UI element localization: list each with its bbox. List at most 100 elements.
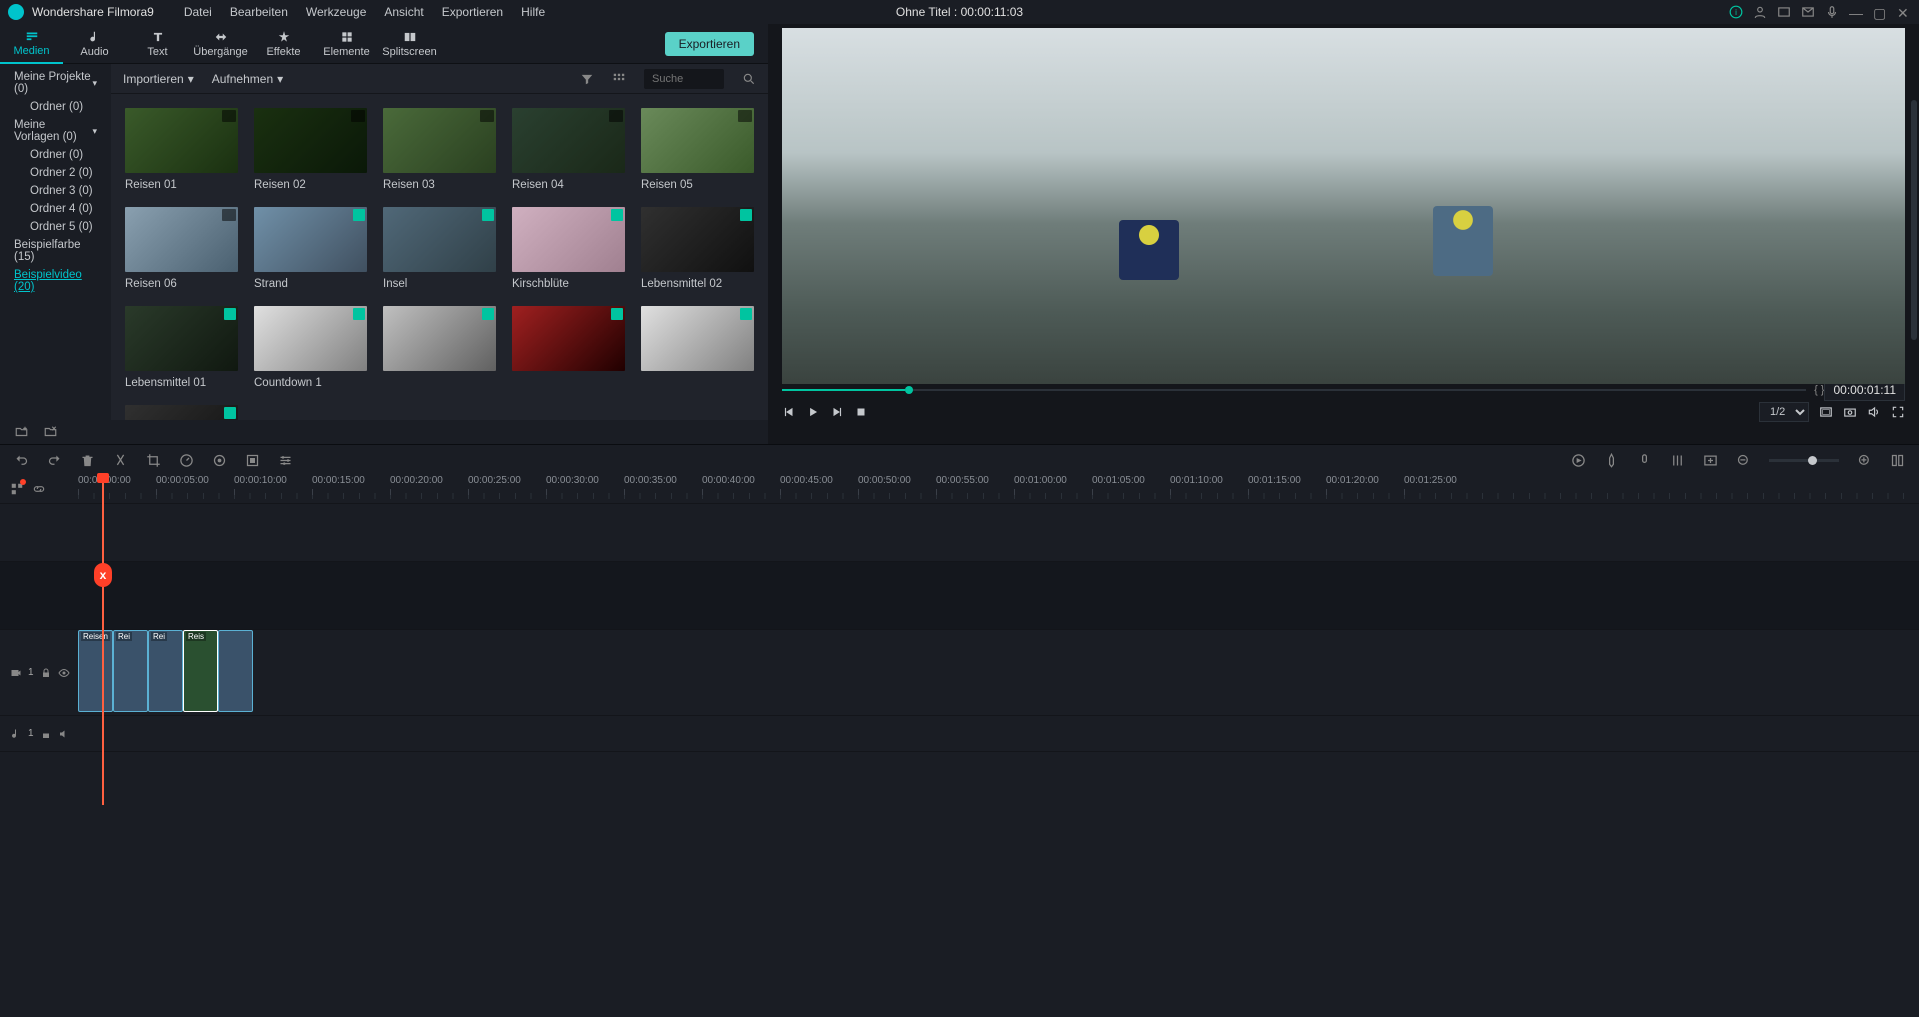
media-thumbnail[interactable] <box>125 405 238 420</box>
playhead[interactable]: x <box>102 475 104 805</box>
media-item[interactable]: Lebensmittel 01 <box>125 306 238 389</box>
sidebar-item-projects[interactable]: Meine Projekte (0)▾ <box>0 68 111 98</box>
media-item[interactable] <box>512 306 625 389</box>
tab-splitscreen[interactable]: Splitscreen <box>378 24 441 64</box>
message-icon[interactable] <box>1777 5 1791 19</box>
media-thumbnail[interactable] <box>641 108 754 173</box>
undo-icon[interactable] <box>14 453 29 468</box>
share-icon[interactable] <box>1801 5 1815 19</box>
account-icon[interactable] <box>1753 5 1767 19</box>
preview-video[interactable] <box>782 28 1905 384</box>
menu-bearbeiten[interactable]: Bearbeiten <box>230 5 288 19</box>
close-button[interactable]: ✕ <box>1897 5 1911 19</box>
info-icon[interactable]: i <box>1729 5 1743 19</box>
play-icon[interactable] <box>806 405 820 419</box>
media-item[interactable]: Countdown 1 <box>254 306 367 389</box>
media-item[interactable]: Reisen 01 <box>125 108 238 191</box>
adjust-icon[interactable] <box>278 453 293 468</box>
mixer-icon[interactable] <box>1670 453 1685 468</box>
tab-effekte[interactable]: Effekte <box>252 24 315 64</box>
split-icon[interactable] <box>113 453 128 468</box>
timeline-clip[interactable]: Reis <box>183 630 218 712</box>
eye-icon[interactable] <box>58 667 70 679</box>
media-thumbnail[interactable] <box>254 306 367 371</box>
zoom-in-icon[interactable] <box>1857 453 1872 468</box>
media-item[interactable] <box>125 405 238 420</box>
prev-frame-icon[interactable] <box>782 405 796 419</box>
render-icon[interactable] <box>1571 453 1586 468</box>
menu-hilfe[interactable]: Hilfe <box>521 5 545 19</box>
preview-scrubber[interactable]: { } 00:00:01:11 <box>782 384 1905 396</box>
tab-uebergaenge[interactable]: Übergänge <box>189 24 252 64</box>
sidebar-item-folder[interactable]: Ordner 5 (0) <box>0 218 111 236</box>
menu-datei[interactable]: Datei <box>184 5 212 19</box>
lock-icon[interactable] <box>40 667 52 679</box>
media-item[interactable] <box>641 306 754 389</box>
media-item[interactable] <box>383 306 496 389</box>
timeline-clip[interactable]: Rei <box>113 630 148 712</box>
sidebar-item-folder[interactable]: Ordner 3 (0) <box>0 182 111 200</box>
fullscreen-icon[interactable] <box>1891 405 1905 419</box>
menu-ansicht[interactable]: Ansicht <box>384 5 423 19</box>
safe-zone-icon[interactable] <box>1819 405 1833 419</box>
speaker-icon[interactable] <box>58 728 70 740</box>
media-thumbnail[interactable] <box>254 108 367 173</box>
media-thumbnail[interactable] <box>254 207 367 272</box>
minimize-button[interactable]: — <box>1849 5 1863 19</box>
preview-zoom-select[interactable]: 1/2 <box>1759 402 1809 422</box>
media-thumbnail[interactable] <box>641 207 754 272</box>
timeline-clip[interactable] <box>218 630 253 712</box>
search-icon[interactable] <box>742 72 756 86</box>
media-thumbnail[interactable] <box>512 306 625 371</box>
media-item[interactable]: Insel <box>383 207 496 290</box>
record-dropdown[interactable]: Aufnehmen ▾ <box>212 72 283 86</box>
media-item[interactable]: Reisen 06 <box>125 207 238 290</box>
media-item[interactable]: Reisen 05 <box>641 108 754 191</box>
media-thumbnail[interactable] <box>125 108 238 173</box>
greenscreen-icon[interactable] <box>245 453 260 468</box>
zoom-fit-icon[interactable] <box>1890 453 1905 468</box>
audio-track[interactable]: 1 <box>0 715 1919 751</box>
video-track[interactable]: 1 ReisenReiReiReis <box>0 629 1919 715</box>
menu-exportieren[interactable]: Exportieren <box>442 5 503 19</box>
sidebar-item-folder[interactable]: Ordner (0) <box>0 146 111 164</box>
media-thumbnail[interactable] <box>641 306 754 371</box>
speed-icon[interactable] <box>179 453 194 468</box>
sidebar-item-samplevideo[interactable]: Beispielvideo (20) <box>0 266 111 296</box>
timeline-clip[interactable]: Reisen <box>78 630 113 712</box>
media-item[interactable]: Strand <box>254 207 367 290</box>
link-icon[interactable] <box>32 482 46 496</box>
mic-icon[interactable] <box>1825 5 1839 19</box>
sidebar-item-folder[interactable]: Ordner 2 (0) <box>0 164 111 182</box>
export-button[interactable]: Exportieren <box>665 32 754 56</box>
media-thumbnail[interactable] <box>383 306 496 371</box>
scrub-handle-icon[interactable] <box>905 386 913 394</box>
timeline-ruler[interactable]: 00:00:00:0000:00:05:0000:00:10:0000:00:1… <box>78 475 1919 503</box>
volume-icon[interactable] <box>1867 405 1881 419</box>
media-thumbnail[interactable] <box>383 207 496 272</box>
delete-icon[interactable] <box>80 453 95 468</box>
media-thumbnail[interactable] <box>125 207 238 272</box>
timeline-clip[interactable]: Rei <box>148 630 183 712</box>
media-item[interactable]: Reisen 03 <box>383 108 496 191</box>
tab-text[interactable]: Text <box>126 24 189 64</box>
media-thumbnail[interactable] <box>383 108 496 173</box>
media-thumbnail[interactable] <box>512 108 625 173</box>
media-item[interactable]: Reisen 02 <box>254 108 367 191</box>
stop-icon[interactable] <box>854 405 868 419</box>
sidebar-item-samplecolor[interactable]: Beispielfarbe (15) <box>0 236 111 266</box>
sidebar-item-templates[interactable]: Meine Vorlagen (0)▾ <box>0 116 111 146</box>
playhead-marker-icon[interactable]: x <box>94 563 112 587</box>
color-icon[interactable] <box>212 453 227 468</box>
media-thumbnail[interactable] <box>512 207 625 272</box>
redo-icon[interactable] <box>47 453 62 468</box>
snapshot-icon[interactable] <box>1843 405 1857 419</box>
media-item[interactable]: Reisen 04 <box>512 108 625 191</box>
tab-audio[interactable]: Audio <box>63 24 126 64</box>
voiceover-icon[interactable] <box>1637 453 1652 468</box>
zoom-slider[interactable] <box>1769 459 1839 462</box>
lock-icon[interactable] <box>40 728 52 740</box>
sidebar-item-folder[interactable]: Ordner 4 (0) <box>0 200 111 218</box>
import-dropdown[interactable]: Importieren ▾ <box>123 72 194 86</box>
media-thumbnail[interactable] <box>125 306 238 371</box>
